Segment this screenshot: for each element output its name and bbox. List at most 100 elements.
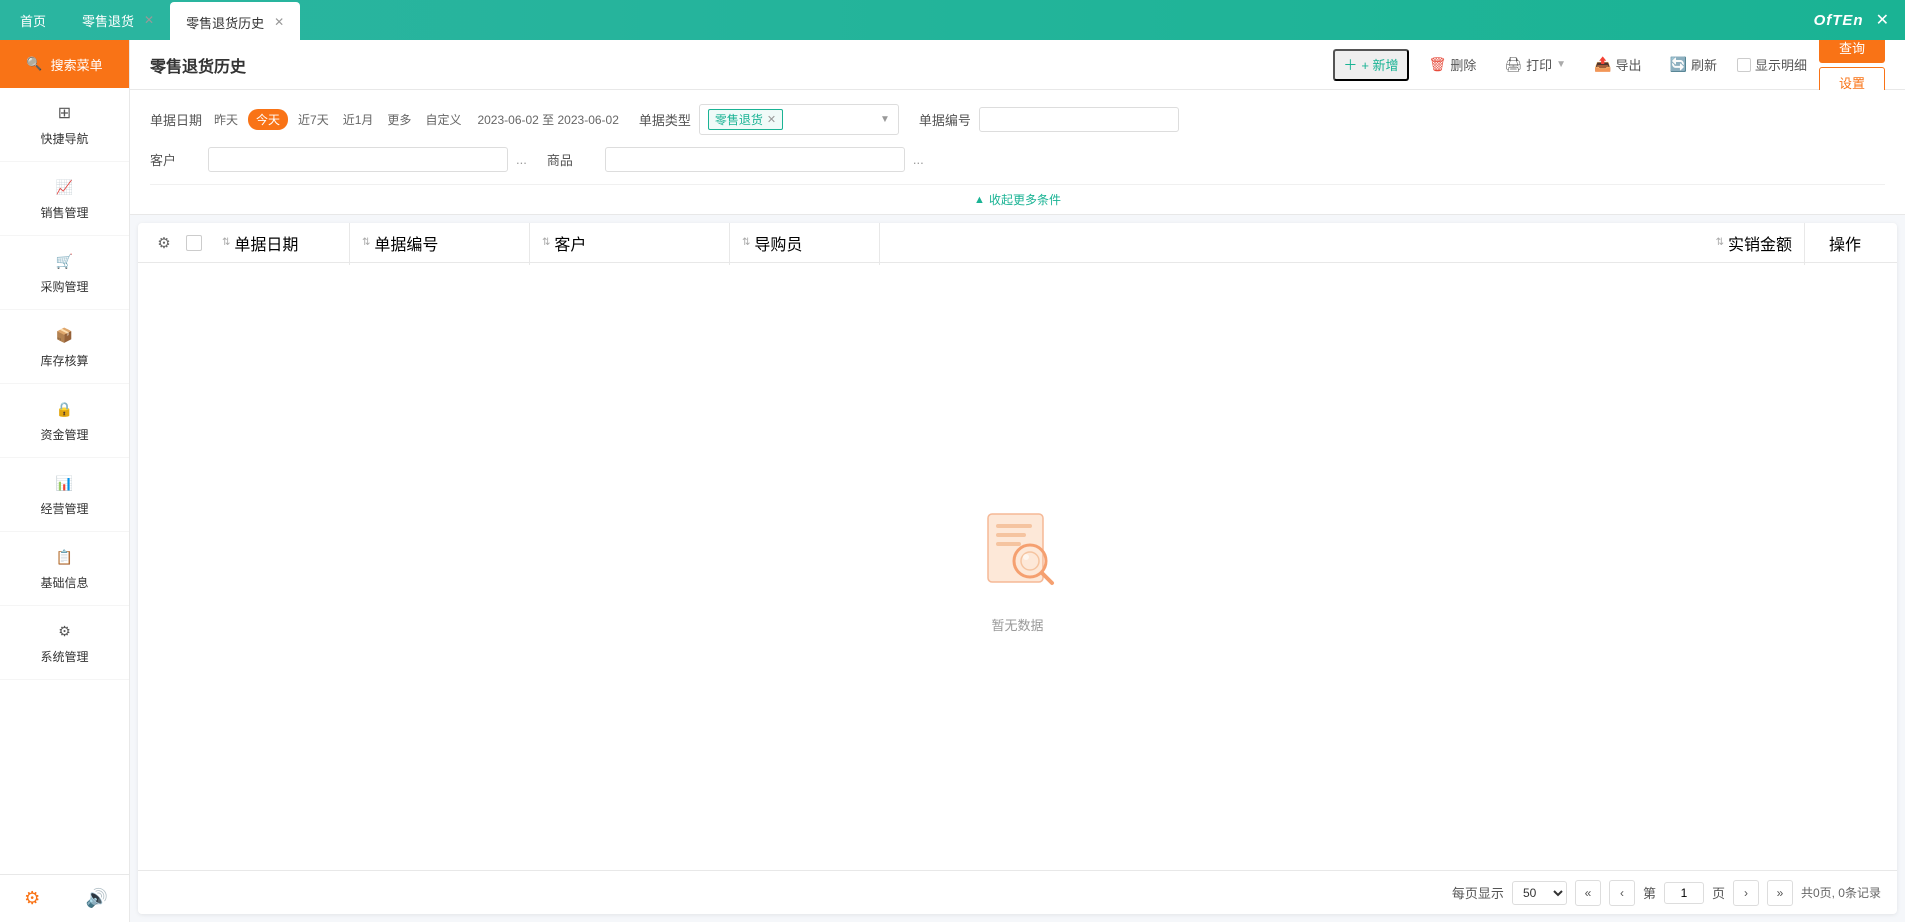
doc-type-tag: 零售退货 ✕ bbox=[708, 109, 783, 130]
empty-state: 暂无数据 bbox=[138, 263, 1897, 870]
sort-customer-icon[interactable]: ⇅ bbox=[542, 237, 550, 248]
sidebar-item-finance-label: 资金管理 bbox=[40, 426, 88, 443]
query-button[interactable]: 查询 bbox=[1819, 40, 1885, 63]
refresh-button[interactable]: 🔄 刷新 bbox=[1662, 51, 1725, 78]
tab-home[interactable]: 首页 bbox=[0, 0, 66, 40]
show-detail-toggle[interactable]: 显示明细 bbox=[1737, 55, 1807, 74]
tab-retail-return[interactable]: 零售退货 ✕ bbox=[66, 0, 170, 40]
last-page-btn[interactable]: » bbox=[1767, 880, 1793, 906]
top-bar-right: OfTEn ✕ bbox=[1814, 10, 1905, 30]
page-word: 第 bbox=[1643, 883, 1656, 902]
th-date: ⇅ 单据日期 bbox=[210, 223, 350, 265]
delete-button[interactable]: 🗑 删除 bbox=[1421, 51, 1485, 78]
sidebar-item-quick-nav[interactable]: ⊞ 快捷导航 bbox=[0, 88, 129, 162]
next-page-btn[interactable]: › bbox=[1733, 880, 1759, 906]
tab-retail-return-history-label: 零售退货历史 bbox=[186, 13, 264, 32]
doc-no-label: 单据编号 bbox=[919, 110, 971, 129]
select-all-checkbox[interactable] bbox=[186, 235, 202, 251]
header-actions: ＋ + 新增 🗑 删除 🖨 打印 ▼ 📤 导出 🔄 bbox=[1333, 40, 1885, 98]
sidebar-bottom: ⚙ 🔊 bbox=[0, 874, 129, 922]
empty-text: 暂无数据 bbox=[991, 615, 1043, 634]
filter-area: 单据日期 昨天 今天 近7天 近1月 更多 自定义 2023-06-02 至 2… bbox=[130, 90, 1905, 215]
doc-type-label: 单据类型 bbox=[639, 110, 691, 129]
sort-guide-icon[interactable]: ⇅ bbox=[742, 237, 750, 248]
date-opt-today[interactable]: 今天 bbox=[248, 109, 288, 130]
print-button[interactable]: 🖨 打印 ▼ bbox=[1496, 51, 1574, 78]
window-close[interactable]: ✕ bbox=[1876, 10, 1889, 30]
refresh-label: 刷新 bbox=[1691, 55, 1717, 74]
doc-type-tag-close[interactable]: ✕ bbox=[767, 113, 776, 126]
page-size-select[interactable]: 50 20 100 bbox=[1512, 881, 1567, 905]
th-date-label: 单据日期 bbox=[234, 231, 298, 255]
page-header: 零售退货历史 ＋ + 新增 🗑 删除 🖨 打印 ▼ 📤 导出 bbox=[130, 40, 1905, 90]
page-unit: 页 bbox=[1712, 883, 1725, 902]
date-opt-custom[interactable]: 自定义 bbox=[421, 109, 465, 130]
sidebar-search[interactable]: 🔍 搜索菜单 bbox=[0, 40, 129, 88]
sidebar-gear-btn[interactable]: ⚙ bbox=[0, 875, 65, 922]
sales-icon: 📈 bbox=[54, 176, 76, 198]
main-layout: 🔍 搜索菜单 ⊞ 快捷导航 📈 销售管理 🛒 采购管理 📦 库存核算 🔒 资金管… bbox=[0, 40, 1905, 922]
show-detail-checkbox[interactable] bbox=[1737, 58, 1751, 72]
date-opt-last7[interactable]: 近7天 bbox=[294, 109, 333, 130]
top-bar: 首页 零售退货 ✕ 零售退货历史 ✕ OfTEn ✕ bbox=[0, 0, 1905, 40]
tab-retail-return-history-close[interactable]: ✕ bbox=[274, 15, 284, 29]
page-input[interactable] bbox=[1664, 882, 1704, 904]
product-label: 商品 bbox=[547, 150, 597, 169]
sidebar-item-system-label: 系统管理 bbox=[40, 648, 88, 665]
sidebar-sound-btn[interactable]: 🔊 bbox=[65, 875, 130, 922]
sidebar-item-sales-mgmt[interactable]: 📈 销售管理 bbox=[0, 162, 129, 236]
sidebar-item-business[interactable]: 📊 经营管理 bbox=[0, 458, 129, 532]
doc-type-select[interactable]: 零售退货 ✕ ▼ bbox=[699, 104, 899, 135]
date-opt-yesterday[interactable]: 昨天 bbox=[210, 109, 242, 130]
new-button[interactable]: ＋ + 新增 bbox=[1333, 49, 1408, 81]
date-filter: 单据日期 昨天 今天 近7天 近1月 更多 自定义 2023-06-02 至 2… bbox=[150, 109, 619, 130]
finance-icon: 🔒 bbox=[54, 398, 76, 420]
export-icon: 📤 bbox=[1594, 56, 1611, 73]
quick-nav-icon: ⊞ bbox=[54, 102, 76, 124]
tab-retail-return-label: 零售退货 bbox=[82, 11, 134, 30]
sidebar: 🔍 搜索菜单 ⊞ 快捷导航 📈 销售管理 🛒 采购管理 📦 库存核算 🔒 资金管… bbox=[0, 40, 130, 922]
total-info: 共0页, 0条记录 bbox=[1801, 884, 1881, 901]
th-no: ⇅ 单据编号 bbox=[350, 223, 530, 265]
sort-date-icon[interactable]: ⇅ bbox=[222, 237, 230, 248]
export-button[interactable]: 📤 导出 bbox=[1586, 51, 1649, 78]
column-settings-btn[interactable]: ⚙ bbox=[150, 229, 178, 257]
sidebar-item-purchase-label: 采购管理 bbox=[40, 278, 88, 295]
sidebar-item-base-info[interactable]: 📋 基础信息 bbox=[0, 532, 129, 606]
sidebar-item-inventory[interactable]: 📦 库存核算 bbox=[0, 310, 129, 384]
th-customer-label: 客户 bbox=[554, 231, 586, 255]
collapse-bar[interactable]: ▲ 收起更多条件 bbox=[150, 184, 1885, 214]
date-opt-more[interactable]: 更多 bbox=[383, 109, 415, 130]
doc-type-tag-text: 零售退货 bbox=[715, 111, 763, 128]
date-opt-last1month[interactable]: 近1月 bbox=[339, 109, 378, 130]
tab-retail-return-history[interactable]: 零售退货历史 ✕ bbox=[170, 2, 300, 42]
filter-row-1: 单据日期 昨天 今天 近7天 近1月 更多 自定义 2023-06-02 至 2… bbox=[150, 104, 1885, 135]
doc-no-input[interactable] bbox=[979, 107, 1179, 132]
doc-type-filter: 单据类型 零售退货 ✕ ▼ bbox=[639, 104, 899, 135]
inventory-icon: 📦 bbox=[54, 324, 76, 346]
table-header-row: ⇅ 单据日期 ⇅ 单据编号 ⇅ 客户 ⇅ 导购员 bbox=[210, 223, 1885, 265]
page-title: 零售退货历史 bbox=[150, 53, 1333, 77]
plus-icon: ＋ bbox=[1343, 55, 1357, 75]
tab-retail-return-close[interactable]: ✕ bbox=[144, 13, 154, 27]
customer-more-icon[interactable]: ... bbox=[516, 152, 527, 167]
prev-page-btn[interactable]: ‹ bbox=[1609, 880, 1635, 906]
sidebar-item-quick-nav-label: 快捷导航 bbox=[40, 130, 88, 147]
print-label: 打印 bbox=[1526, 55, 1552, 74]
first-page-btn[interactable]: « bbox=[1575, 880, 1601, 906]
sidebar-item-finance[interactable]: 🔒 资金管理 bbox=[0, 384, 129, 458]
sidebar-item-system[interactable]: ⚙ 系统管理 bbox=[0, 606, 129, 680]
th-guide-label: 导购员 bbox=[754, 231, 802, 255]
sidebar-item-purchase-mgmt[interactable]: 🛒 采购管理 bbox=[0, 236, 129, 310]
delete-label: 删除 bbox=[1450, 55, 1476, 74]
date-options: 昨天 今天 近7天 近1月 更多 自定义 bbox=[210, 109, 465, 130]
collapse-up-icon: ▲ bbox=[974, 194, 985, 206]
pagination: 每页显示 50 20 100 « ‹ 第 页 › » 共0页, 0条记录 bbox=[138, 870, 1897, 914]
customer-input[interactable] bbox=[208, 147, 508, 172]
sidebar-item-base-info-label: 基础信息 bbox=[40, 574, 88, 591]
sort-amount-icon[interactable]: ⇅ bbox=[1716, 237, 1724, 248]
sort-no-icon[interactable]: ⇅ bbox=[362, 237, 370, 248]
product-input[interactable] bbox=[605, 147, 905, 172]
product-more-icon[interactable]: ... bbox=[913, 152, 924, 167]
refresh-icon: 🔄 bbox=[1670, 56, 1687, 73]
